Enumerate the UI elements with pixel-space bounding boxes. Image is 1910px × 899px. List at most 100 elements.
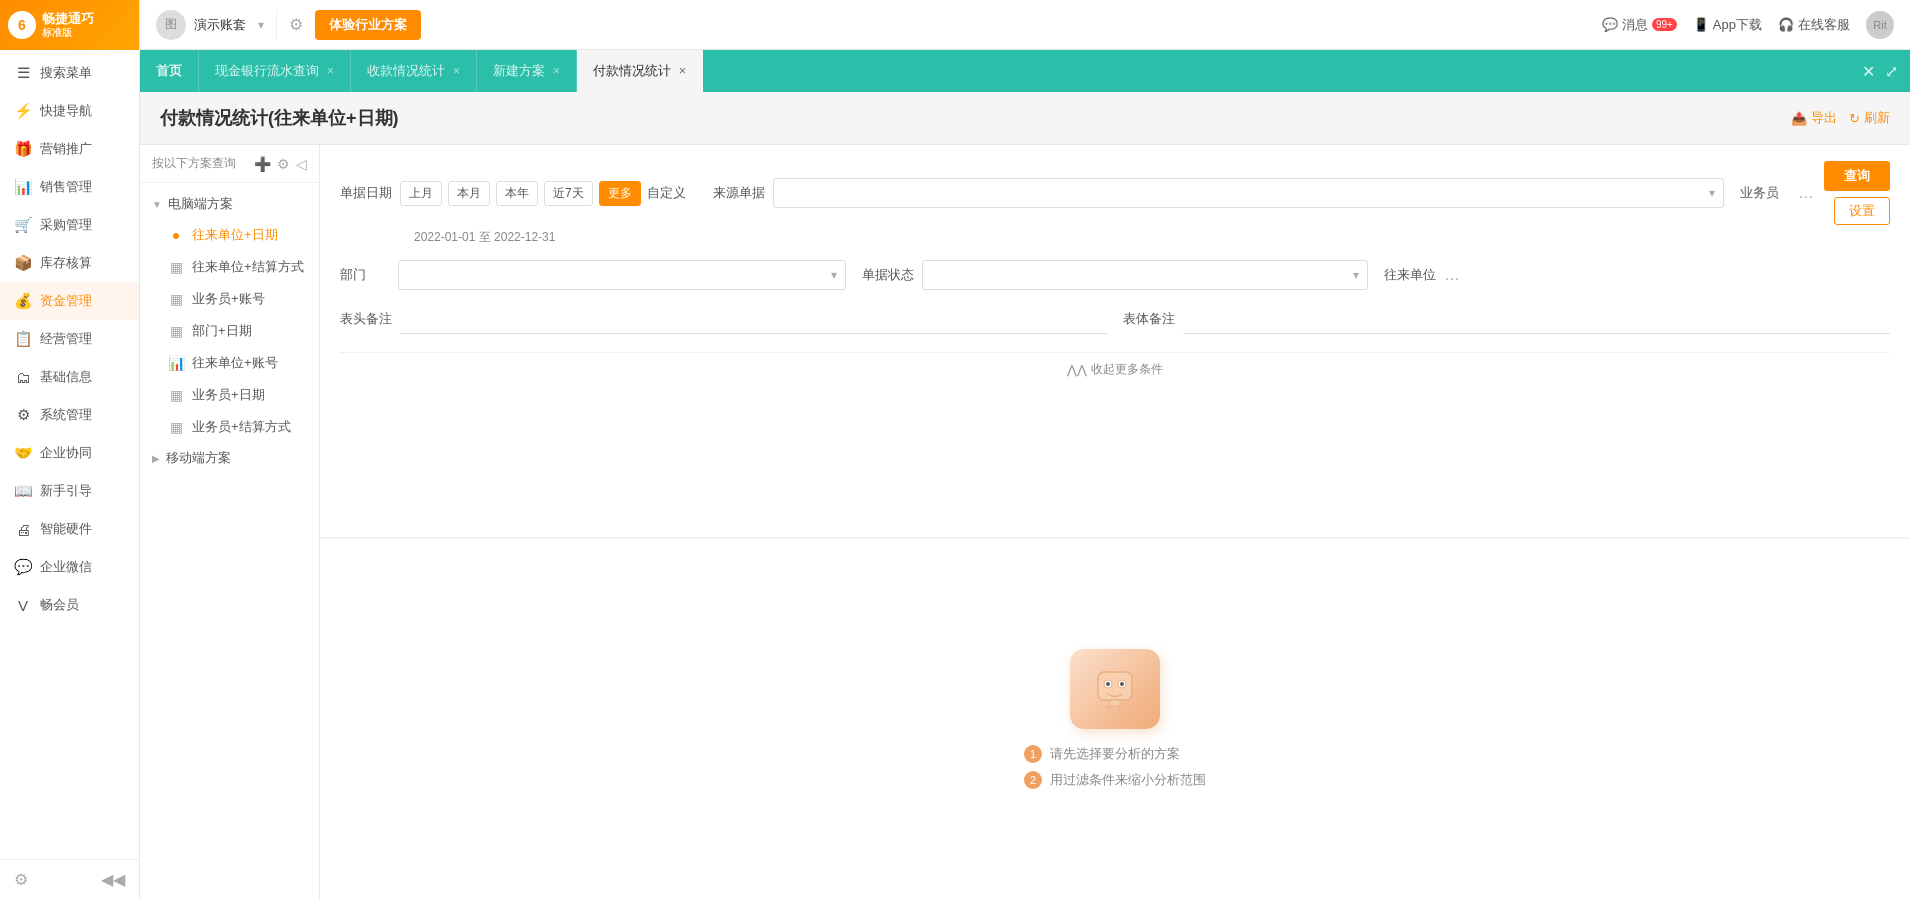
sidebar-item-finance[interactable]: 💰 资金管理: [0, 282, 139, 320]
scheme-item-staff-date[interactable]: ▦ 业务员+日期: [140, 379, 319, 411]
collapse-label: 收起更多条件: [1091, 361, 1163, 378]
salesman-dots-btn[interactable]: …: [1798, 184, 1816, 202]
tab-new-scheme-close[interactable]: ×: [553, 64, 560, 78]
sidebar-item-vip[interactable]: V 畅会员: [0, 586, 139, 624]
scheme-collapse-btn[interactable]: ◁: [296, 156, 307, 172]
date-opt-this-year[interactable]: 本年: [496, 181, 538, 206]
topbar-actions: 💬 消息 99+ 📱 App下载 🎧 在线客服 Rit: [1602, 11, 1894, 39]
sales-icon: 📊: [14, 178, 32, 196]
date-opt-more[interactable]: 更多: [599, 181, 641, 206]
scheme-item-unit-settle[interactable]: ▦ 往来单位+结算方式: [140, 251, 319, 283]
page-body: 按以下方案查询 ➕ ⚙ ◁ ▼ 电脑端方案 ● 往来单位+日期: [140, 145, 1910, 899]
trial-btn[interactable]: 体验行业方案: [315, 10, 421, 40]
tab-home[interactable]: 首页: [140, 50, 199, 92]
system-icon: ⚙: [14, 406, 32, 424]
app-download-label: App下载: [1713, 16, 1762, 34]
scheme-item-staff-settle-label: 业务员+结算方式: [192, 418, 291, 436]
app-download-btn[interactable]: 📱 App下载: [1693, 16, 1762, 34]
quick-nav-icon: ⚡: [14, 102, 32, 120]
partner-dots-btn[interactable]: …: [1444, 266, 1462, 284]
robot-svg: [1090, 664, 1140, 714]
date-opt-this-month[interactable]: 本月: [448, 181, 490, 206]
voucher-status-select[interactable]: ▾: [922, 260, 1368, 290]
company-avatar: 图: [156, 10, 186, 40]
tab-payment-stats[interactable]: 付款情况统计 ×: [577, 50, 703, 92]
page-header-actions: 📤 导出 ↻ 刷新: [1791, 109, 1890, 127]
tabbar-close-icon[interactable]: ✕: [1862, 62, 1875, 81]
scheme-group-mobile[interactable]: ▶ 移动端方案: [140, 443, 319, 473]
sidebar-item-hardware[interactable]: 🖨 智能硬件: [0, 510, 139, 548]
export-btn[interactable]: 📤 导出: [1791, 109, 1837, 127]
collapse-bar[interactable]: ⋀⋀ 收起更多条件: [340, 352, 1890, 386]
filter-header-note: 表头备注: [340, 304, 1107, 334]
query-btn[interactable]: 查询: [1824, 161, 1890, 191]
scheme-settings-btn[interactable]: ⚙: [277, 156, 290, 172]
sidebar-item-guide[interactable]: 📖 新手引导: [0, 472, 139, 510]
tabbar-expand-icon[interactable]: ⤢: [1885, 62, 1898, 81]
setting-btn[interactable]: 设置: [1834, 197, 1890, 225]
scheme-item-staff-account[interactable]: ▦ 业务员+账号: [140, 283, 319, 315]
sidebar-item-marketing[interactable]: 🎁 营销推广: [0, 130, 139, 168]
topbar-company-area: 图 演示账套 ▾: [156, 10, 277, 40]
online-service-label: 在线客服: [1798, 16, 1850, 34]
guide-icon: 📖: [14, 482, 32, 500]
sidebar-brand-text: 畅捷通巧 标准版: [42, 11, 94, 39]
sidebar-item-quick-nav[interactable]: ⚡ 快捷导航: [0, 92, 139, 130]
user-avatar[interactable]: Rit: [1866, 11, 1894, 39]
date-opt-7days[interactable]: 近7天: [544, 181, 593, 206]
scheme-group-pc-arrow: ▼: [152, 199, 162, 210]
filter-salesman-area: 业务员 … 查询 设置: [1740, 161, 1890, 225]
scheme-panel: 按以下方案查询 ➕ ⚙ ◁ ▼ 电脑端方案 ● 往来单位+日期: [140, 145, 320, 899]
scheme-item-unit-account[interactable]: 📊 往来单位+账号: [140, 347, 319, 379]
tab-new-scheme[interactable]: 新建方案 ×: [477, 50, 577, 92]
scheme-item-dept-date[interactable]: ▦ 部门+日期: [140, 315, 319, 347]
empty-tip-1-num: 1: [1024, 745, 1042, 763]
tab-payment-stats-close[interactable]: ×: [679, 64, 686, 78]
sidebar-item-enterprise[interactable]: 🤝 企业协同: [0, 434, 139, 472]
header-note-input[interactable]: [400, 304, 1107, 334]
source-voucher-arrow: ▾: [1709, 186, 1715, 200]
filter-header-note-label: 表头备注: [340, 310, 392, 328]
refresh-btn[interactable]: ↻ 刷新: [1849, 109, 1890, 127]
sidebar-item-purchase[interactable]: 🛒 采购管理: [0, 206, 139, 244]
scheme-add-btn[interactable]: ➕: [254, 156, 271, 172]
search-menu-icon: ☰: [14, 64, 32, 82]
sidebar-item-basics[interactable]: 🗂 基础信息: [0, 358, 139, 396]
online-service-btn[interactable]: 🎧 在线客服: [1778, 16, 1850, 34]
sidebar-settings-icon[interactable]: ⚙: [14, 870, 28, 889]
tab-receivable-close[interactable]: ×: [453, 64, 460, 78]
sidebar-item-sales[interactable]: 📊 销售管理: [0, 168, 139, 206]
tab-receivable[interactable]: 收款情况统计 ×: [351, 50, 477, 92]
tab-bank-flow-close[interactable]: ×: [327, 64, 334, 78]
sidebar-item-search-menu[interactable]: ☰ 搜索菜单: [0, 54, 139, 92]
filter-voucher-status-label: 单据状态: [862, 266, 914, 284]
scheme-item-staff-settle[interactable]: ▦ 业务员+结算方式: [140, 411, 319, 443]
refresh-icon: ↻: [1849, 111, 1860, 126]
filter-date-options: 上月 本月 本年 近7天 更多 自定义: [400, 181, 697, 206]
sidebar-item-weixin[interactable]: 💬 企业微信: [0, 548, 139, 586]
body-note-input[interactable]: [1183, 304, 1890, 334]
scheme-item-dept-date-icon: ▦: [168, 323, 184, 339]
sidebar-item-operations[interactable]: 📋 经营管理: [0, 320, 139, 358]
message-btn[interactable]: 💬 消息 99+: [1602, 16, 1677, 34]
filter-salesman-label: 业务员: [1740, 184, 1790, 202]
dept-select[interactable]: ▾: [398, 260, 846, 290]
scheme-item-unit-date-label: 往来单位+日期: [192, 226, 278, 244]
sidebar-collapse-icon[interactable]: ◀◀: [101, 870, 125, 889]
collapse-up-icon: ⋀⋀: [1067, 363, 1087, 377]
tab-receivable-label: 收款情况统计: [367, 62, 445, 80]
page-title: 付款情况统计(往来单位+日期): [160, 106, 399, 130]
topbar-gear-icon[interactable]: ⚙: [289, 15, 303, 34]
company-chevron-icon[interactable]: ▾: [258, 18, 264, 32]
tabbar-right-actions: ✕ ⤢: [1850, 50, 1910, 92]
robot-body: [1070, 649, 1160, 729]
scheme-item-unit-date[interactable]: ● 往来单位+日期: [140, 219, 319, 251]
sidebar-item-search-label: 搜索菜单: [40, 64, 92, 82]
sidebar-item-inventory[interactable]: 📦 库存核算: [0, 244, 139, 282]
date-opt-last-month[interactable]: 上月: [400, 181, 442, 206]
tab-bank-flow[interactable]: 现金银行流水查询 ×: [199, 50, 351, 92]
sidebar-item-system[interactable]: ⚙ 系统管理: [0, 396, 139, 434]
source-voucher-select[interactable]: ▾: [773, 178, 1724, 208]
scheme-group-pc[interactable]: ▼ 电脑端方案: [140, 189, 319, 219]
dept-select-arrow: ▾: [831, 268, 837, 282]
